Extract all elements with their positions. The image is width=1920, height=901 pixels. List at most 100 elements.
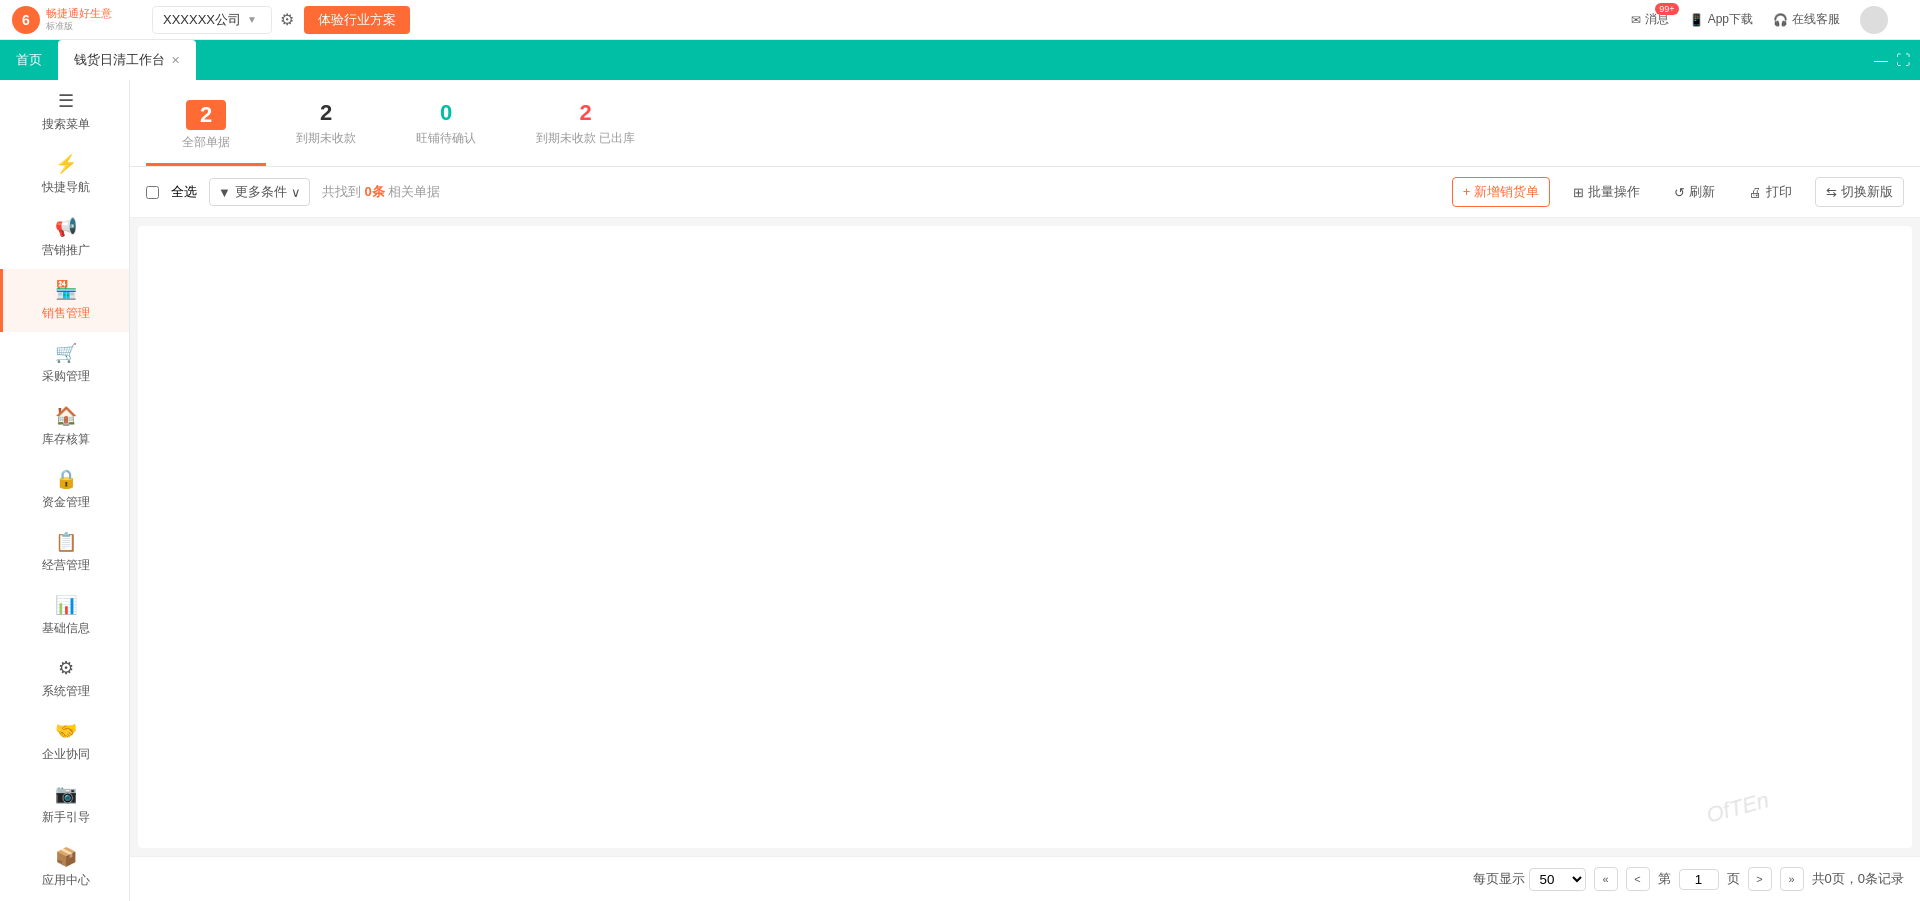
sidebar-item-enterprise-coop[interactable]: 🤝 企业协同 xyxy=(0,710,129,773)
add-sales-button[interactable]: + 新增销货单 xyxy=(1452,177,1550,207)
prev-page-button[interactable]: < xyxy=(1626,867,1650,891)
filter-icon: ▼ xyxy=(218,185,231,200)
sidebar-item-marketing[interactable]: 📢 营销推广 xyxy=(0,206,129,269)
stat-tab-overdue-shipped[interactable]: 2 到期未收款 已出库 xyxy=(506,92,665,166)
sidebar-item-quick-nav[interactable]: ⚡ 快捷导航 xyxy=(0,143,129,206)
batch-label: 批量操作 xyxy=(1588,183,1640,201)
sidebar-label-app-center: 应用中心 xyxy=(42,872,90,889)
per-page-label: 每页显示 xyxy=(1473,870,1525,888)
sidebar-label-sales-mgmt: 销售管理 xyxy=(42,305,90,322)
sidebar-item-operations-mgmt[interactable]: 📋 经营管理 xyxy=(0,521,129,584)
content-area: 2 全部单据 2 到期未收款 0 旺铺待确认 2 到期未收款 已出库 全选 ▼ … xyxy=(130,80,1920,901)
last-page-button[interactable]: » xyxy=(1780,867,1804,891)
stats-tabs: 2 全部单据 2 到期未收款 0 旺铺待确认 2 到期未收款 已出库 xyxy=(130,80,1920,167)
stat-number-pending: 0 xyxy=(440,100,452,126)
found-count: 0条 xyxy=(365,184,385,199)
page-prefix-label: 第 xyxy=(1658,870,1671,888)
tab-maximize-icon[interactable]: ⛶ xyxy=(1896,52,1910,68)
operations-mgmt-icon: 📋 xyxy=(55,531,77,553)
tab-work-bench-label: 钱货日清工作台 xyxy=(74,51,165,69)
filter-button[interactable]: ▼ 更多条件 ∨ xyxy=(209,178,310,206)
purchase-mgmt-icon: 🛒 xyxy=(55,342,77,364)
print-label: 打印 xyxy=(1766,183,1792,201)
avatar[interactable] xyxy=(1860,6,1888,34)
sidebar-label-enterprise-coop: 企业协同 xyxy=(42,746,90,763)
sidebar-item-capital-mgmt[interactable]: 🔒 资金管理 xyxy=(0,458,129,521)
app-download-label: App下载 xyxy=(1708,11,1753,28)
switch-label: 切换新版 xyxy=(1841,183,1893,201)
sidebar-label-system-mgmt: 系统管理 xyxy=(42,683,90,700)
top-header: 6 畅捷通好生意 标准版 XXXXXX公司 ▼ ⚙ 体验行业方案 ✉ 消息 99… xyxy=(0,0,1920,40)
system-mgmt-icon: ⚙ xyxy=(58,657,74,679)
total-records-label: 共0页，0条记录 xyxy=(1812,870,1904,888)
sidebar-label-quick-nav: 快捷导航 xyxy=(42,179,90,196)
print-icon: 🖨 xyxy=(1749,185,1762,200)
select-all-label: 全选 xyxy=(171,183,197,201)
stat-label-pending: 旺铺待确认 xyxy=(416,130,476,147)
sidebar-item-basic-info[interactable]: 📊 基础信息 xyxy=(0,584,129,647)
batch-icon: ⊞ xyxy=(1573,185,1584,200)
related-label: 相关单据 xyxy=(388,184,440,199)
filter-label: 更多条件 xyxy=(235,183,287,201)
logo-icon: 6 xyxy=(12,6,40,34)
online-service-icon: 🎧 xyxy=(1773,13,1788,27)
app-download-icon: 📱 xyxy=(1689,13,1704,27)
online-service-btn[interactable]: 🎧 在线客服 xyxy=(1773,11,1840,28)
toolbar: 全选 ▼ 更多条件 ∨ 共找到 0条 相关单据 + 新增销货单 ⊞ 批量操作 ↺ xyxy=(130,167,1920,218)
sidebar-label-capital-mgmt: 资金管理 xyxy=(42,494,90,511)
stat-tab-pending[interactable]: 0 旺铺待确认 xyxy=(386,92,506,166)
print-button[interactable]: 🖨 打印 xyxy=(1738,177,1803,207)
stat-tab-all[interactable]: 2 全部单据 xyxy=(146,92,266,166)
quick-nav-icon: ⚡ xyxy=(55,153,77,175)
logo-badge: 标准版 xyxy=(46,20,112,33)
stat-label-overdue-shipped: 到期未收款 已出库 xyxy=(536,130,635,147)
enterprise-coop-icon: 🤝 xyxy=(55,720,77,742)
found-text: 共找到 0条 相关单据 xyxy=(322,183,440,201)
next-page-button[interactable]: > xyxy=(1748,867,1772,891)
tab-work-bench[interactable]: 钱货日清工作台 ✕ xyxy=(58,40,196,80)
company-selector[interactable]: XXXXXX公司 ▼ xyxy=(152,6,272,34)
toolbar-actions: + 新增销货单 ⊞ 批量操作 ↺ 刷新 🖨 打印 ⇆ 切换新版 xyxy=(1452,177,1904,207)
stat-tab-overdue[interactable]: 2 到期未收款 xyxy=(266,92,386,166)
sidebar-label-purchase-mgmt: 采购管理 xyxy=(42,368,90,385)
tab-bar: 首页 钱货日清工作台 ✕ — ⛶ xyxy=(0,40,1920,80)
sidebar-item-inventory[interactable]: 🏠 库存核算 xyxy=(0,395,129,458)
tab-minimize-icon[interactable]: — xyxy=(1874,52,1888,68)
notification-btn[interactable]: ✉ 消息 99+ xyxy=(1631,11,1669,28)
per-page-select[interactable]: 50 100 xyxy=(1529,868,1586,891)
tab-home[interactable]: 首页 xyxy=(0,40,58,80)
notification-badge: 99+ xyxy=(1655,3,1678,15)
batch-ops-button[interactable]: ⊞ 批量操作 xyxy=(1562,177,1651,207)
table-area xyxy=(138,226,1912,848)
sidebar-item-purchase-mgmt[interactable]: 🛒 采购管理 xyxy=(0,332,129,395)
refresh-button[interactable]: ↺ 刷新 xyxy=(1663,177,1726,207)
logo-area: 6 畅捷通好生意 标准版 xyxy=(12,6,142,34)
sidebar-item-app-center[interactable]: 📦 应用中心 xyxy=(0,836,129,899)
company-name: XXXXXX公司 xyxy=(163,11,241,29)
sidebar-label-new-guide: 新手引导 xyxy=(42,809,90,826)
sales-mgmt-icon: 🏪 xyxy=(55,279,77,301)
sidebar-label-search-menu: 搜索菜单 xyxy=(42,116,90,133)
main-layout: ☰ 搜索菜单 ⚡ 快捷导航 📢 营销推广 🏪 销售管理 🛒 采购管理 🏠 库存核… xyxy=(0,80,1920,901)
marketing-icon: 📢 xyxy=(55,216,77,238)
sidebar-item-search-menu[interactable]: ☰ 搜索菜单 xyxy=(0,80,129,143)
tab-bar-actions: — ⛶ xyxy=(1874,52,1920,68)
page-suffix-label: 页 xyxy=(1727,870,1740,888)
switch-version-button[interactable]: ⇆ 切换新版 xyxy=(1815,177,1904,207)
tab-close-icon[interactable]: ✕ xyxy=(171,54,180,67)
sidebar-item-new-guide[interactable]: 📷 新手引导 xyxy=(0,773,129,836)
first-page-button[interactable]: « xyxy=(1594,867,1618,891)
trial-button[interactable]: 体验行业方案 xyxy=(304,6,410,34)
online-service-label: 在线客服 xyxy=(1792,11,1840,28)
select-all-checkbox[interactable] xyxy=(146,186,159,199)
sidebar-label-basic-info: 基础信息 xyxy=(42,620,90,637)
stat-number-overdue-shipped: 2 xyxy=(580,100,592,126)
header-right: ✉ 消息 99+ 📱 App下载 🎧 在线客服 xyxy=(1631,6,1908,34)
found-prefix: 共找到 xyxy=(322,184,361,199)
settings-icon[interactable]: ⚙ xyxy=(280,10,294,29)
sidebar-item-sales-mgmt[interactable]: 🏪 销售管理 xyxy=(0,269,129,332)
sidebar-item-system-mgmt[interactable]: ⚙ 系统管理 xyxy=(0,647,129,710)
app-center-icon: 📦 xyxy=(55,846,77,868)
page-number-input[interactable] xyxy=(1679,869,1719,890)
app-download-btn[interactable]: 📱 App下载 xyxy=(1689,11,1753,28)
